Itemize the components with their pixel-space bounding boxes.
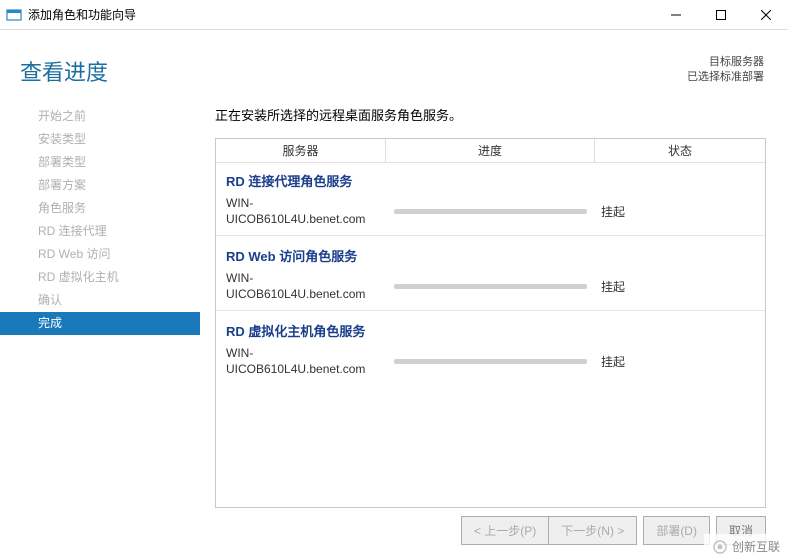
col-progress[interactable]: 进度 <box>386 139 595 162</box>
target-info: 目标服务器 已选择标准部署 <box>687 55 764 86</box>
nav-button-group: < 上一步(P) 下一步(N) > <box>461 516 637 545</box>
group-title: RD 连接代理角色服务 <box>216 163 765 194</box>
cell-progress <box>386 209 595 214</box>
progress-bar <box>394 209 587 214</box>
cell-status: 挂起 <box>595 203 755 220</box>
app-icon <box>6 7 22 23</box>
previous-button[interactable]: < 上一步(P) <box>462 517 548 544</box>
window-controls <box>653 0 788 29</box>
step-role-services: 角色服务 <box>0 197 200 220</box>
deploy-button[interactable]: 部署(D) <box>643 516 710 545</box>
cell-status: 挂起 <box>595 278 755 295</box>
step-deploy-type: 部署类型 <box>0 151 200 174</box>
target-selected-label: 已选择标准部署 <box>687 70 764 85</box>
logo-icon <box>712 539 728 555</box>
step-deploy-scenario: 部署方案 <box>0 174 200 197</box>
titlebar: 添加角色和功能向导 <box>0 0 788 30</box>
table-row: WIN-UICOB610L4U.benet.com 挂起 <box>216 269 765 308</box>
page-title: 查看进度 <box>20 55 108 87</box>
step-before-begin: 开始之前 <box>0 105 200 128</box>
progress-bar <box>394 284 587 289</box>
divider <box>216 235 765 236</box>
col-status[interactable]: 状态 <box>595 139 765 162</box>
progress-bar <box>394 359 587 364</box>
step-rd-connection-broker: RD 连接代理 <box>0 220 200 243</box>
step-rd-virtualization-host: RD 虚拟化主机 <box>0 266 200 289</box>
col-server[interactable]: 服务器 <box>216 139 386 162</box>
cell-server: WIN-UICOB610L4U.benet.com <box>226 271 386 302</box>
table-header: 服务器 进度 状态 <box>216 139 765 163</box>
step-rd-web-access: RD Web 访问 <box>0 243 200 266</box>
target-server-label: 目标服务器 <box>687 55 764 70</box>
step-install-type: 安装类型 <box>0 128 200 151</box>
cell-status: 挂起 <box>595 353 755 370</box>
watermark-text: 创新互联 <box>732 538 780 555</box>
maximize-button[interactable] <box>698 0 743 29</box>
watermark: 创新互联 <box>704 534 788 559</box>
wizard-steps: 开始之前 安装类型 部署类型 部署方案 角色服务 RD 连接代理 RD Web … <box>0 105 200 335</box>
divider <box>216 310 765 311</box>
progress-table: 服务器 进度 状态 RD 连接代理角色服务 WIN-UICOB610L4U.be… <box>215 138 766 508</box>
wizard-header: 查看进度 <box>20 55 108 87</box>
minimize-button[interactable] <box>653 0 698 29</box>
cell-server: WIN-UICOB610L4U.benet.com <box>226 196 386 227</box>
main-content: 正在安装所选择的远程桌面服务角色服务。 服务器 进度 状态 RD 连接代理角色服… <box>215 105 766 494</box>
next-button[interactable]: 下一步(N) > <box>548 517 636 544</box>
group-title: RD 虚拟化主机角色服务 <box>216 313 765 344</box>
table-row: WIN-UICOB610L4U.benet.com 挂起 <box>216 194 765 233</box>
cell-progress <box>386 359 595 364</box>
cell-progress <box>386 284 595 289</box>
table-row: WIN-UICOB610L4U.benet.com 挂起 <box>216 344 765 383</box>
close-button[interactable] <box>743 0 788 29</box>
status-message: 正在安装所选择的远程桌面服务角色服务。 <box>215 105 766 124</box>
step-complete[interactable]: 完成 <box>0 312 200 335</box>
group-title: RD Web 访问角色服务 <box>216 238 765 269</box>
step-confirm: 确认 <box>0 289 200 312</box>
cell-server: WIN-UICOB610L4U.benet.com <box>226 346 386 377</box>
window-title: 添加角色和功能向导 <box>28 6 653 23</box>
